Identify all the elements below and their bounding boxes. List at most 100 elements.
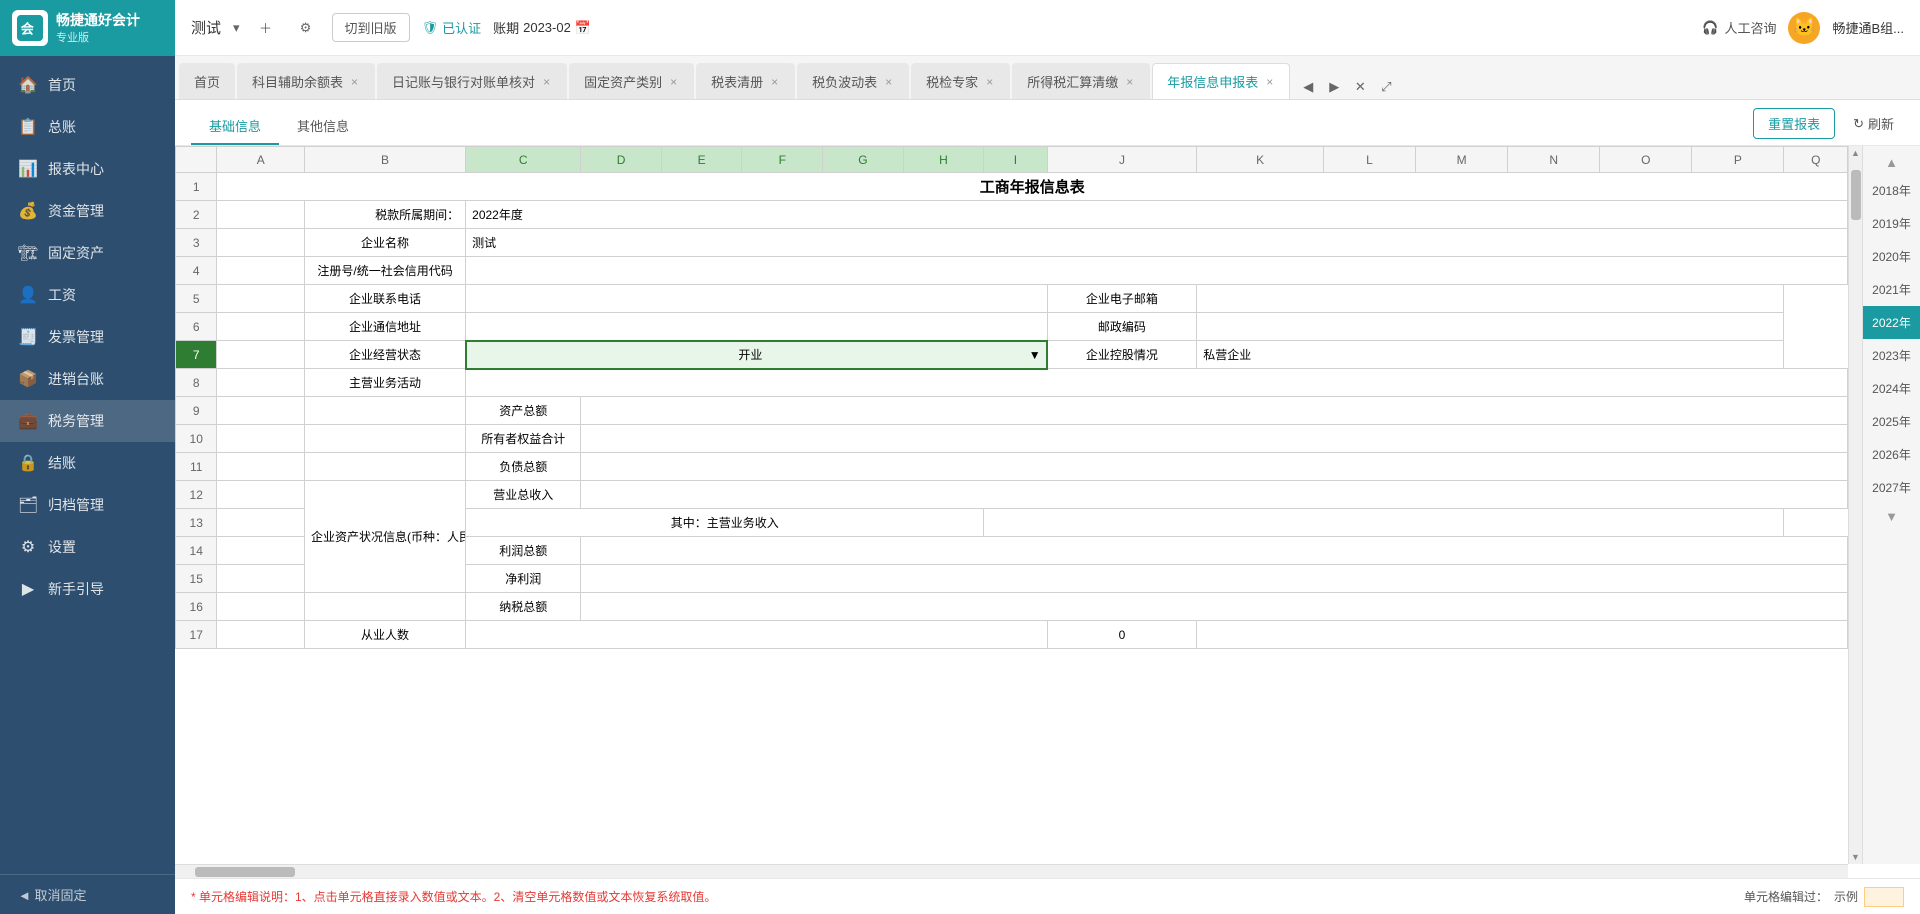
cell-12d[interactable] xyxy=(581,481,1848,509)
year-2024[interactable]: 2024年 xyxy=(1863,372,1920,405)
year-2023[interactable]: 2023年 xyxy=(1863,339,1920,372)
topbar-service[interactable]: 🎧 人工咨询 xyxy=(1702,18,1776,37)
cell-7c-dropdown[interactable]: 开业 ▼ xyxy=(466,341,1047,369)
cell-10c[interactable]: 所有者权益合计 xyxy=(466,425,581,453)
tab-close-bank[interactable]: × xyxy=(541,76,552,88)
subtab-other[interactable]: 其他信息 xyxy=(279,108,367,145)
cell-16d[interactable] xyxy=(581,593,1848,621)
sidebar-item-archive[interactable]: 🗂 归档管理 xyxy=(0,484,175,526)
cell-6k[interactable] xyxy=(1197,313,1784,341)
year-2026[interactable]: 2026年 xyxy=(1863,438,1920,471)
tab-tax-table[interactable]: 税表清册 × xyxy=(696,63,795,99)
grid-title-cell[interactable]: 工商年报信息表 xyxy=(217,173,1848,201)
cell-10d[interactable] xyxy=(581,425,1848,453)
v-scrollbar[interactable]: ▲ ▼ xyxy=(1848,146,1862,864)
scroll-up-btn[interactable]: ▲ xyxy=(1849,146,1862,160)
cell-9d[interactable] xyxy=(581,397,1848,425)
topbar-add-btn[interactable]: ＋ xyxy=(252,14,280,42)
sidebar-item-asset[interactable]: 🏗 固定资产 xyxy=(0,232,175,274)
sidebar-item-report[interactable]: 📊 报表中心 xyxy=(0,148,175,190)
cell-8c[interactable] xyxy=(466,369,1848,397)
tab-prev-btn[interactable]: ◀ xyxy=(1296,75,1320,99)
cell-17c[interactable] xyxy=(466,621,1047,649)
tab-close-all-btn[interactable]: ✕ xyxy=(1348,75,1372,99)
sidebar-item-tax[interactable]: 💼 税务管理 xyxy=(0,400,175,442)
topbar-dropdown-btn[interactable]: ▾ xyxy=(233,20,240,36)
sidebar-item-fund[interactable]: 💰 资金管理 xyxy=(0,190,175,232)
cell-13i[interactable] xyxy=(984,509,1784,537)
spreadsheet-inner[interactable]: A B C D E F G H I J K L xyxy=(175,146,1848,864)
sidebar-item-settings[interactable]: ⚙ 设置 xyxy=(0,526,175,568)
cell-5c[interactable] xyxy=(466,285,1047,313)
calendar-icon[interactable]: 📅 xyxy=(575,20,591,36)
cell-5j[interactable]: 企业电子邮箱 xyxy=(1047,285,1197,313)
sidebar-item-invoice[interactable]: 🧾 发票管理 xyxy=(0,316,175,358)
sidebar-item-home[interactable]: 🏠 首页 xyxy=(0,64,175,106)
tab-home[interactable]: 首页 xyxy=(179,63,235,99)
subtab-basic[interactable]: 基础信息 xyxy=(191,108,279,145)
cell-6b[interactable]: 企业通信地址 xyxy=(304,313,465,341)
cell-14d[interactable] xyxy=(581,537,1848,565)
sidebar-collapse-btn[interactable]: ◄ 取消固定 xyxy=(0,874,175,914)
cell-11d[interactable] xyxy=(581,453,1848,481)
year-scroll-down[interactable]: ▼ xyxy=(1876,504,1908,528)
cell-7b[interactable]: 企业经营状态 xyxy=(304,341,465,369)
cell-3c[interactable]: 测试 xyxy=(466,229,1848,257)
cell-8b[interactable]: 主营业务活动 xyxy=(304,369,465,397)
cell-6j[interactable]: 邮政编码 xyxy=(1047,313,1197,341)
year-2021[interactable]: 2021年 xyxy=(1863,273,1920,306)
cell-17b[interactable]: 从业人数 xyxy=(304,621,465,649)
cell-16c[interactable]: 纳税总额 xyxy=(466,593,581,621)
year-2019[interactable]: 2019年 xyxy=(1863,207,1920,240)
tab-close-income-tax[interactable]: × xyxy=(1124,76,1135,88)
tab-close-aux[interactable]: × xyxy=(349,76,360,88)
tab-close-tax-wave[interactable]: × xyxy=(883,76,894,88)
cell-13c[interactable]: 其中：主营业务收入 xyxy=(466,509,984,537)
cell-12c[interactable]: 营业总收入 xyxy=(466,481,581,509)
tab-aux[interactable]: 科目辅助余额表 × xyxy=(237,63,375,99)
cell-2b[interactable]: 税款所属期间： xyxy=(304,201,465,229)
cell-15c[interactable]: 净利润 xyxy=(466,565,581,593)
dropdown-arrow[interactable]: ▼ xyxy=(1029,348,1041,362)
cell-2c[interactable]: 2022年度 xyxy=(466,201,1848,229)
year-2027[interactable]: 2027年 xyxy=(1863,471,1920,504)
cell-7k[interactable]: 私营企业 xyxy=(1197,341,1784,369)
year-2022[interactable]: 2022年 xyxy=(1863,306,1920,339)
refresh-btn[interactable]: ↻ 刷新 xyxy=(1843,109,1904,138)
tab-close-annual[interactable]: × xyxy=(1264,76,1275,88)
topbar-settings-btn[interactable]: ⚙ xyxy=(292,14,320,42)
year-scroll-up[interactable]: ▲ xyxy=(1876,150,1908,174)
cell-15d[interactable] xyxy=(581,565,1848,593)
cell-7j[interactable]: 企业控股情况 xyxy=(1047,341,1197,369)
tab-annual[interactable]: 年报信息申报表 × xyxy=(1152,63,1290,99)
tab-expand-btn[interactable]: ⤢ xyxy=(1374,75,1398,99)
cell-4b[interactable]: 注册号/统一社会信用代码 xyxy=(304,257,465,285)
h-scrollbar[interactable] xyxy=(175,864,1848,878)
sidebar-item-ledger[interactable]: 📋 总账 xyxy=(0,106,175,148)
cell-12b-merged[interactable]: 企业资产状况信息(币种：人民币万元) xyxy=(304,481,465,593)
scroll-down-btn[interactable]: ▼ xyxy=(1849,850,1862,864)
tab-close-fixed[interactable]: × xyxy=(668,76,679,88)
sidebar-item-guide[interactable]: ▶ 新手引导 xyxy=(0,568,175,610)
year-2020[interactable]: 2020年 xyxy=(1863,240,1920,273)
tab-tax-check[interactable]: 税检专家 × xyxy=(911,63,1010,99)
year-2025[interactable]: 2025年 xyxy=(1863,405,1920,438)
tab-tax-wave[interactable]: 税负波动表 × xyxy=(797,63,909,99)
cell-17k[interactable] xyxy=(1197,621,1848,649)
tab-next-btn[interactable]: ▶ xyxy=(1322,75,1346,99)
sidebar-item-payroll[interactable]: 👤 工资 xyxy=(0,274,175,316)
sidebar-item-inventory[interactable]: 📦 进销台账 xyxy=(0,358,175,400)
cell-4c[interactable] xyxy=(466,257,1848,285)
tab-close-tax-table[interactable]: × xyxy=(769,76,780,88)
cell-14c[interactable]: 利润总额 xyxy=(466,537,581,565)
cell-5b[interactable]: 企业联系电话 xyxy=(304,285,465,313)
cell-9c[interactable]: 资产总额 xyxy=(466,397,581,425)
cell-17j[interactable]: 0 xyxy=(1047,621,1197,649)
cell-3b[interactable]: 企业名称 xyxy=(304,229,465,257)
topbar-switch-btn[interactable]: 切到旧版 xyxy=(332,13,410,42)
tab-income-tax[interactable]: 所得税汇算清缴 × xyxy=(1012,63,1150,99)
tab-fixed[interactable]: 固定资产类别 × xyxy=(569,63,694,99)
tab-bank[interactable]: 日记账与银行对账单核对 × xyxy=(377,63,567,99)
tab-close-tax-check[interactable]: × xyxy=(984,76,995,88)
reset-btn[interactable]: 重置报表 xyxy=(1753,108,1835,139)
